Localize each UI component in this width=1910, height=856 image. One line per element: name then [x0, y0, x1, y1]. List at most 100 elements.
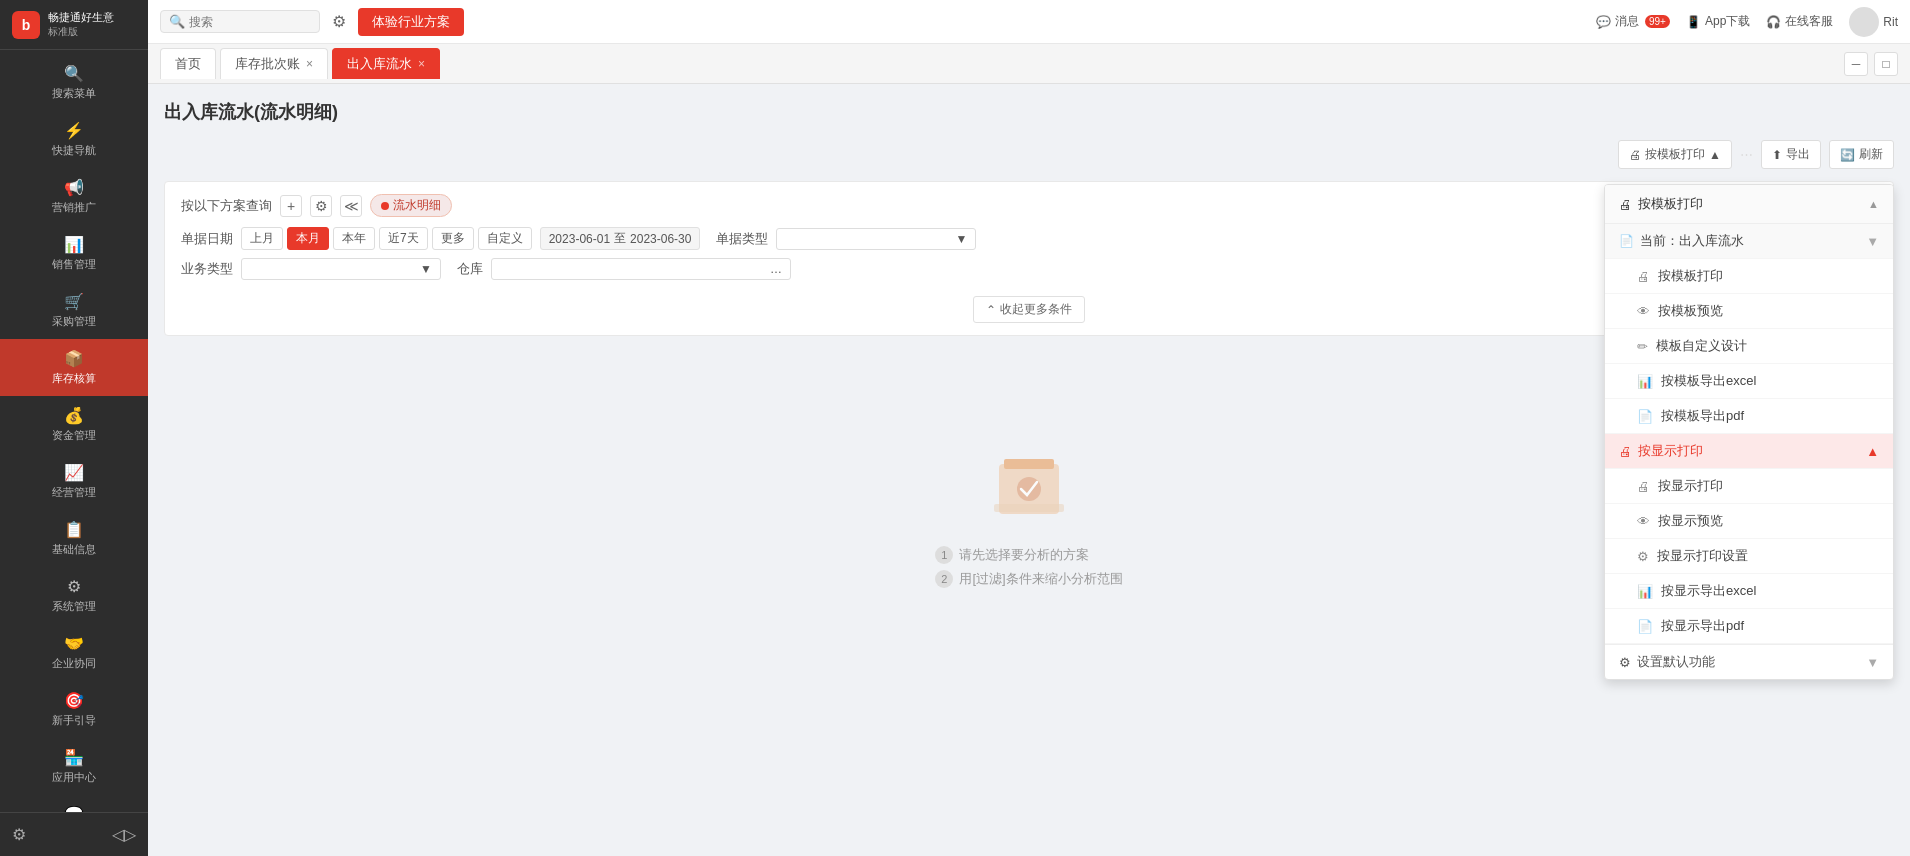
tip-text-1: 请先选择要分析的方案 [959, 546, 1089, 564]
tip-num-2: 2 [935, 570, 953, 588]
filter-type-label: 单据类型 [716, 230, 768, 248]
chevron-down-icon: ▼ [956, 232, 968, 246]
filter-collapse-button[interactable]: ≪ [340, 195, 362, 217]
topbar-right-area: 💬 消息 99+ 📱 App下载 🎧 在线客服 Rit [1596, 7, 1898, 37]
date-last-month[interactable]: 上月 [241, 227, 283, 250]
date-this-month[interactable]: 本月 [287, 227, 329, 250]
user-avatar-item[interactable]: Rit [1849, 7, 1898, 37]
topbar-search-box[interactable]: 🔍 [160, 10, 320, 33]
sidebar-item-inventory[interactable]: 📦 库存核算 [0, 339, 148, 396]
dropdown-current-item[interactable]: 📄 当前：出入库流水 ▼ [1605, 224, 1893, 259]
search-nav-icon: 🔍 [64, 64, 84, 83]
dropdown-template-print[interactable]: 🖨 按模板打印 [1605, 259, 1893, 294]
message-item[interactable]: 💬 消息 99+ [1596, 13, 1670, 30]
tab-flow[interactable]: 出入库流水 × [332, 48, 440, 79]
topbar-gear-icon[interactable]: ⚙ [332, 12, 346, 31]
display-section-icon: 🖨 [1619, 444, 1632, 459]
expand-footer-icon[interactable]: ◁▷ [112, 825, 136, 844]
industry-solution-button[interactable]: 体验行业方案 [358, 8, 464, 36]
guide-icon: 🎯 [64, 691, 84, 710]
message-badge: 99+ [1645, 15, 1670, 28]
tab-batch[interactable]: 库存批次账 × [220, 48, 328, 79]
dropdown-display-settings[interactable]: ⚙ 按显示打印设置 [1605, 539, 1893, 574]
app-download-item[interactable]: 📱 App下载 [1686, 13, 1750, 30]
template-excel-label: 按模板导出excel [1661, 372, 1756, 390]
sidebar-item-shortcut[interactable]: ⚡ 快捷导航 [0, 111, 148, 168]
display-excel-icon: 📊 [1637, 584, 1653, 599]
svg-rect-1 [1004, 459, 1054, 469]
search-input[interactable] [189, 15, 309, 29]
sidebar-item-basic[interactable]: 📋 基础信息 [0, 510, 148, 567]
template-pdf-label: 按模板导出pdf [1661, 407, 1744, 425]
template-preview-icon: 👁 [1637, 304, 1650, 319]
export-icon: ⬆ [1772, 148, 1782, 162]
dropdown-template-preview[interactable]: 👁 按模板预览 [1605, 294, 1893, 329]
filter-date-field: 单据日期 上月 本月 本年 近7天 更多 自定义 2023-06-01 至 20… [181, 227, 700, 250]
app-download-label: App下载 [1705, 13, 1750, 30]
topbar: 🔍 ⚙ 体验行业方案 💬 消息 99+ 📱 App下载 🎧 在线客服 Rit [148, 0, 1910, 44]
filter-add-button[interactable]: + [280, 195, 302, 217]
filter-chip-item[interactable]: 流水明细 [370, 194, 452, 217]
sidebar-item-label: 系统管理 [52, 599, 96, 614]
tab-flow-close[interactable]: × [418, 57, 425, 71]
sidebar-item-wechat[interactable]: 💬 企业微信 [0, 795, 148, 812]
dropdown-display-pdf[interactable]: 📄 按显示导出pdf [1605, 609, 1893, 644]
dropdown-display-excel[interactable]: 📊 按显示导出excel [1605, 574, 1893, 609]
filter-biz-select[interactable]: ▼ [241, 258, 441, 280]
tab-batch-close[interactable]: × [306, 57, 313, 71]
sidebar-item-corp[interactable]: 🤝 企业协同 [0, 624, 148, 681]
purchase-icon: 🛒 [64, 292, 84, 311]
dropdown-template-custom[interactable]: ✏ 模板自定义设计 [1605, 329, 1893, 364]
filter-settings-button[interactable]: ⚙ [310, 195, 332, 217]
filter-type-select[interactable]: ▼ [776, 228, 976, 250]
page-title: 出入库流水(流水明细) [164, 100, 1894, 124]
date-from: 2023-06-01 [549, 232, 610, 246]
sidebar-item-system[interactable]: ⚙ 系统管理 [0, 567, 148, 624]
sidebar-item-purchase[interactable]: 🛒 采购管理 [0, 282, 148, 339]
filter-warehouse-select[interactable]: … [491, 258, 791, 280]
tab-home[interactable]: 首页 [160, 48, 216, 79]
export-button[interactable]: ⬆ 导出 [1761, 140, 1821, 169]
date-range-display[interactable]: 2023-06-01 至 2023-06-30 [540, 227, 701, 250]
date-separator: 至 [614, 230, 626, 247]
inventory-icon: 📦 [64, 349, 84, 368]
tab-maximize-button[interactable]: □ [1874, 52, 1898, 76]
tab-minimize-button[interactable]: ─ [1844, 52, 1868, 76]
dropdown-template-excel[interactable]: 📊 按模板导出excel [1605, 364, 1893, 399]
print-template-button[interactable]: 🖨 按模板打印 ▲ [1618, 140, 1732, 169]
filter-biz-label: 业务类型 [181, 260, 233, 278]
dropdown-display-section[interactable]: 🖨 按显示打印 ▲ [1605, 434, 1893, 469]
refresh-button[interactable]: 🔄 刷新 [1829, 140, 1894, 169]
date-custom[interactable]: 自定义 [478, 227, 532, 250]
display-settings-label: 按显示打印设置 [1657, 547, 1748, 565]
date-more[interactable]: 更多 [432, 227, 474, 250]
sidebar-item-finance[interactable]: 💰 资金管理 [0, 396, 148, 453]
collapse-filter-button[interactable]: ⌃ 收起更多条件 [973, 296, 1085, 323]
online-service-item[interactable]: 🎧 在线客服 [1766, 13, 1833, 30]
sidebar-item-operation[interactable]: 📈 经营管理 [0, 453, 148, 510]
date-this-year[interactable]: 本年 [333, 227, 375, 250]
dropdown-template-pdf[interactable]: 📄 按模板导出pdf [1605, 399, 1893, 434]
sidebar-item-sales[interactable]: 📊 销售管理 [0, 225, 148, 282]
sidebar-item-search[interactable]: 🔍 搜索菜单 [0, 54, 148, 111]
chip-label: 流水明细 [393, 197, 441, 214]
dropdown-display-preview[interactable]: 👁 按显示预览 [1605, 504, 1893, 539]
dropdown-display-print[interactable]: 🖨 按显示打印 [1605, 469, 1893, 504]
sidebar-item-marketing[interactable]: 📢 营销推广 [0, 168, 148, 225]
settings-footer-icon[interactable]: ⚙ [12, 825, 26, 844]
dropdown-footer-default[interactable]: ⚙ 设置默认功能 ▼ [1605, 644, 1893, 679]
sidebar-item-label: 企业协同 [52, 656, 96, 671]
sidebar-item-guide[interactable]: 🎯 新手引导 [0, 681, 148, 738]
sidebar-item-label: 销售管理 [52, 257, 96, 272]
template-custom-label: 模板自定义设计 [1656, 337, 1747, 355]
dropdown-collapse-icon[interactable]: ▲ [1868, 198, 1879, 210]
search-icon: 🔍 [169, 14, 185, 29]
filter-biz-field: 业务类型 ▼ [181, 258, 441, 280]
message-label: 消息 [1615, 13, 1639, 30]
date-7days[interactable]: 近7天 [379, 227, 428, 250]
appstore-icon: 🏪 [64, 748, 84, 767]
sidebar-item-appstore[interactable]: 🏪 应用中心 [0, 738, 148, 795]
online-service-label: 在线客服 [1785, 13, 1833, 30]
logo-icon: b [12, 11, 40, 39]
sidebar-item-label: 经营管理 [52, 485, 96, 500]
